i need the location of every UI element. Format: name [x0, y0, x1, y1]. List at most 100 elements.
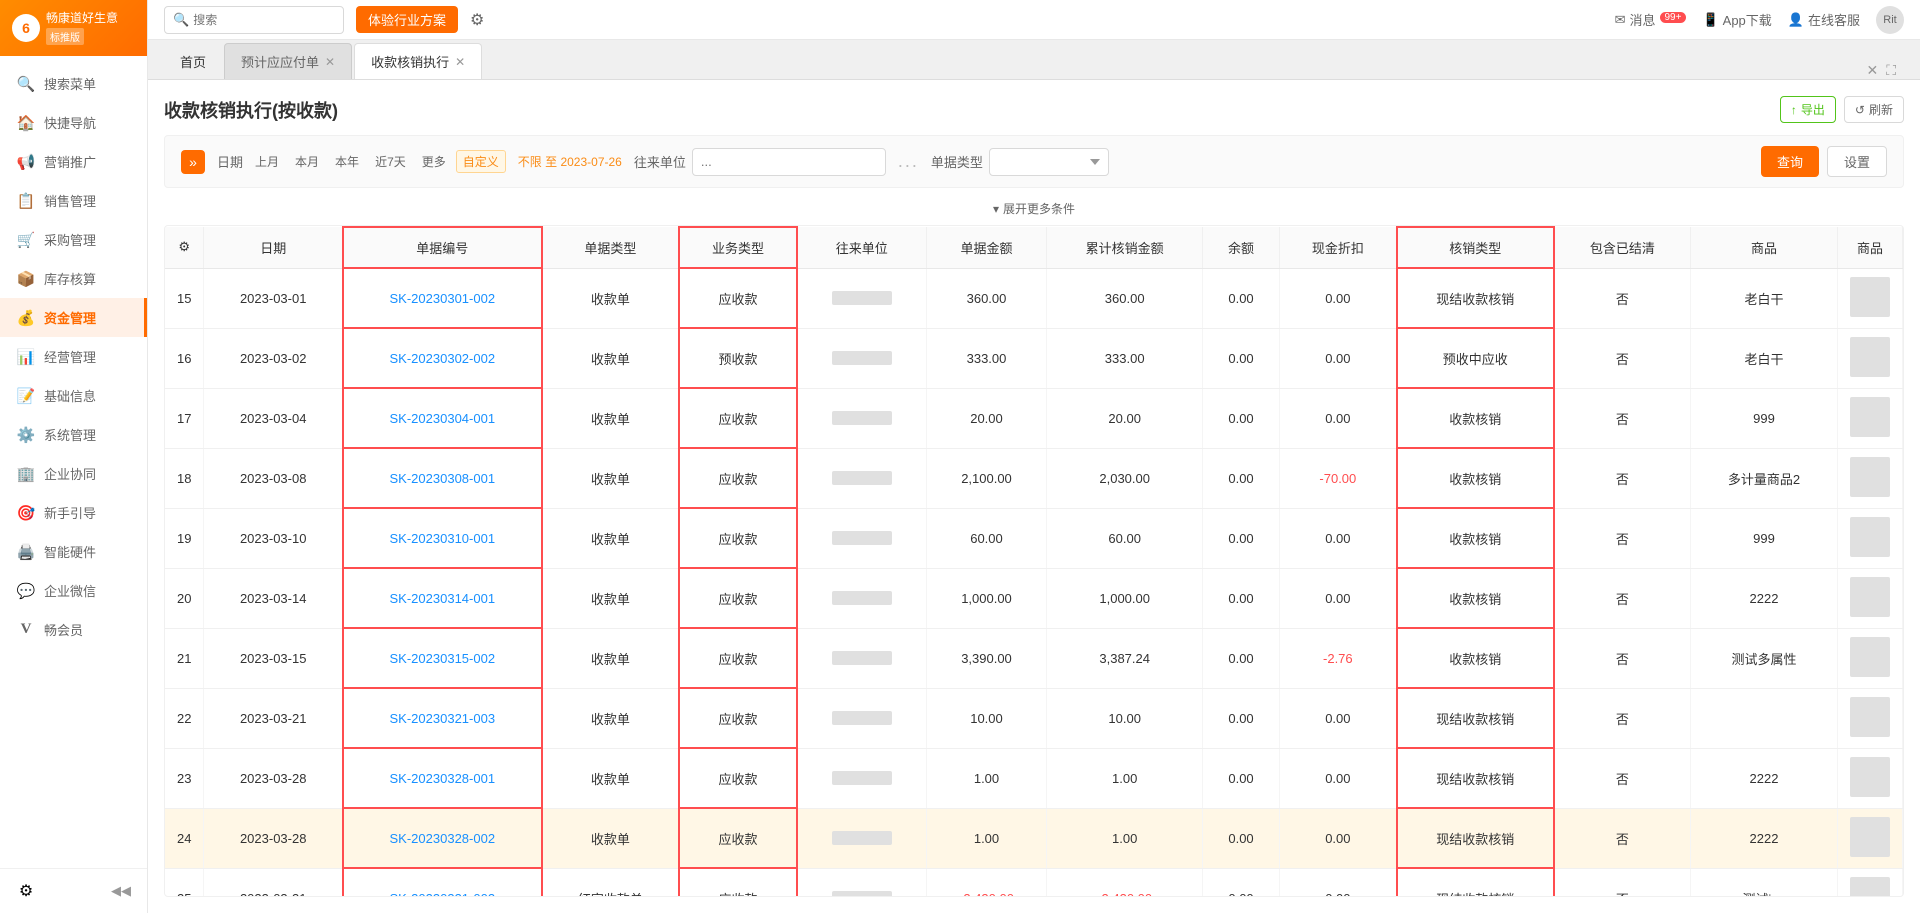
search-input[interactable]: [193, 13, 313, 27]
cell-amount: 60.00: [926, 508, 1047, 568]
date-btn-this-month[interactable]: 本月: [289, 150, 325, 173]
sidebar-item-marketing[interactable]: 📢 营销推广: [0, 142, 147, 181]
cell-partner: [797, 808, 926, 868]
online-service-button[interactable]: 👤 在线客服: [1788, 10, 1860, 29]
gear-icon-topbar[interactable]: ⚙: [470, 10, 484, 30]
settings-icon[interactable]: ⚙: [178, 239, 190, 254]
guide-icon: 🎯: [16, 504, 36, 522]
sidebar-item-shortcuts[interactable]: 🏠 快捷导航: [0, 103, 147, 142]
tab-payable-close[interactable]: ✕: [325, 55, 335, 69]
cell-doc-no: SK-20230314-001: [343, 568, 542, 628]
cell-doc-type: 收款单: [542, 628, 679, 688]
date-btn-last-month[interactable]: 上月: [249, 150, 285, 173]
partner-input[interactable]: [692, 148, 886, 176]
doc-no-link[interactable]: SK-20230308-001: [390, 471, 496, 486]
enterprise-icon: 🏢: [16, 465, 36, 483]
sidebar-item-hardware[interactable]: 🖨️ 智能硬件: [0, 532, 147, 571]
sidebar-item-system[interactable]: ⚙️ 系统管理: [0, 415, 147, 454]
messages-button[interactable]: ✉ 消息 99+: [1615, 10, 1687, 29]
cell-doc-no: SK-20230304-001: [343, 388, 542, 448]
app-logo: 6 畅康道好生意 标推版: [0, 0, 147, 56]
table-body: 15 2023-03-01 SK-20230301-002 收款单 应收款 36…: [165, 268, 1903, 897]
doc-no-link[interactable]: SK-20230301-002: [390, 291, 496, 306]
cell-product2: [1838, 388, 1903, 448]
cell-product2: [1838, 868, 1903, 897]
export-button[interactable]: ↑ 导出: [1780, 96, 1836, 123]
phone-icon: 📱: [1702, 12, 1718, 28]
doc-no-link[interactable]: SK-20230321-003: [390, 711, 496, 726]
refresh-button[interactable]: ↺ 刷新: [1844, 96, 1904, 123]
cell-biz-type: 应收款: [679, 868, 797, 897]
date-btn-this-year[interactable]: 本年: [329, 150, 365, 173]
filter-dots: ...: [898, 151, 919, 172]
cell-writeoff-amount: 1,000.00: [1047, 568, 1203, 628]
filter-settings-button[interactable]: 设置: [1827, 146, 1887, 177]
sidebar-collapse-button[interactable]: ◀◀: [111, 883, 131, 899]
sidebar-item-finance[interactable]: 💰 资金管理: [0, 298, 147, 337]
cell-date: 2023-03-28: [204, 748, 343, 808]
tab-close-all-button[interactable]: ✕: [1866, 62, 1878, 79]
user-avatar[interactable]: Rit: [1876, 6, 1904, 34]
doc-no-link[interactable]: SK-20230328-002: [390, 831, 496, 846]
doc-no-link[interactable]: SK-20230302-002: [390, 351, 496, 366]
sidebar-item-inventory[interactable]: 📦 库存核算: [0, 259, 147, 298]
cell-biz-type: 应收款: [679, 568, 797, 628]
page-title: 收款核销执行(按收款): [164, 97, 338, 123]
app-download-button[interactable]: 📱 App下载: [1702, 10, 1771, 29]
cell-doc-type: 收款单: [542, 568, 679, 628]
col-header-settings[interactable]: ⚙: [165, 227, 204, 268]
page-actions: ↑ 导出 ↺ 刷新: [1780, 96, 1904, 123]
date-btn-custom[interactable]: 自定义: [456, 150, 506, 173]
sidebar-item-purchase[interactable]: 🛒 采购管理: [0, 220, 147, 259]
sidebar-label-inventory: 库存核算: [44, 269, 96, 288]
partner-blurred: [832, 651, 892, 665]
cell-amount: 3,390.00: [926, 628, 1047, 688]
tab-payable[interactable]: 预计应应付单 ✕: [224, 43, 352, 79]
cell-product2: [1838, 628, 1903, 688]
tab-receivable-exec-close[interactable]: ✕: [455, 55, 465, 69]
expand-conditions-button[interactable]: ▾ 展开更多条件: [993, 200, 1075, 217]
doc-no-link[interactable]: SK-20230304-001: [390, 411, 496, 426]
sidebar-item-wechat[interactable]: 💬 企业微信: [0, 571, 147, 610]
tab-fullscreen-button[interactable]: ⛶: [1886, 62, 1896, 79]
search-icon: 🔍: [173, 12, 189, 28]
doc-no-link[interactable]: SK-20230315-002: [390, 651, 496, 666]
table-row: 22 2023-03-21 SK-20230321-003 收款单 应收款 10…: [165, 688, 1903, 748]
tab-home[interactable]: 首页: [164, 44, 222, 79]
filter-toggle-button[interactable]: »: [181, 150, 205, 174]
table-row: 15 2023-03-01 SK-20230301-002 收款单 应收款 36…: [165, 268, 1903, 328]
cell-product2: [1838, 688, 1903, 748]
doc-no-link[interactable]: SK-20230328-001: [390, 771, 496, 786]
query-button[interactable]: 查询: [1761, 146, 1819, 177]
col-header-biz-type: 业务类型: [679, 227, 797, 268]
filter-date-group: 日期 上月 本月 本年 近7天 更多 自定义: [217, 150, 506, 173]
date-buttons: 上月 本月 本年 近7天 更多 自定义: [249, 150, 506, 173]
doctype-label: 单据类型: [931, 152, 983, 171]
doc-no-link[interactable]: SK-20230314-001: [390, 591, 496, 606]
doctype-select[interactable]: [989, 148, 1109, 176]
sidebar-item-basics[interactable]: 📝 基础信息: [0, 376, 147, 415]
cell-date: 2023-03-15: [204, 628, 343, 688]
topbar-search-box[interactable]: 🔍: [164, 6, 344, 34]
col-header-include-settled: 包含已结清: [1554, 227, 1691, 268]
cell-date: 2023-03-08: [204, 448, 343, 508]
sidebar-item-enterprise[interactable]: 🏢 企业协同: [0, 454, 147, 493]
sidebar-settings-button[interactable]: ⚙: [16, 881, 36, 901]
col-header-amount: 单据金额: [926, 227, 1047, 268]
date-btn-more[interactable]: 更多: [416, 150, 452, 173]
sidebar-item-search[interactable]: 🔍 搜索菜单: [0, 64, 147, 103]
cell-biz-type: 应收款: [679, 628, 797, 688]
doc-no-link[interactable]: SK-20230331-002: [390, 891, 496, 898]
sidebar-item-member[interactable]: V 畅会员: [0, 610, 147, 649]
sidebar-item-guide[interactable]: 🎯 新手引导: [0, 493, 147, 532]
sidebar-item-sales[interactable]: 📋 销售管理: [0, 181, 147, 220]
date-btn-7days[interactable]: 近7天: [369, 150, 412, 173]
sidebar-item-operations[interactable]: 📊 经营管理: [0, 337, 147, 376]
cell-no: 17: [165, 388, 204, 448]
doc-no-link[interactable]: SK-20230310-001: [390, 531, 496, 546]
service-icon: 👤: [1788, 12, 1804, 28]
basics-icon: 📝: [16, 387, 36, 405]
solution-button[interactable]: 体验行业方案: [356, 6, 458, 33]
tab-receivable-exec[interactable]: 收款核销执行 ✕: [354, 43, 482, 79]
cell-partner: [797, 448, 926, 508]
